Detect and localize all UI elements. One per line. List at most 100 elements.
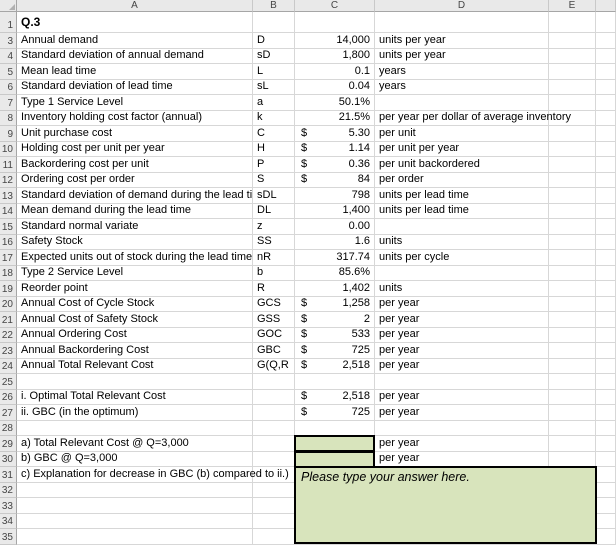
cell-B1[interactable]: [253, 12, 295, 33]
row-header-30[interactable]: 30: [0, 451, 17, 467]
cell-A32[interactable]: [17, 482, 253, 498]
input-cell-c29[interactable]: [294, 435, 375, 452]
cell-A30[interactable]: b) GBC @ Q=3,000: [17, 451, 253, 467]
cell-A8[interactable]: Inventory holding cost factor (annual): [17, 110, 253, 126]
cell-A4[interactable]: Standard deviation of annual demand: [17, 48, 253, 64]
cell-D12[interactable]: per order: [375, 172, 549, 188]
cell-B15[interactable]: z: [253, 219, 295, 235]
cell-E10[interactable]: [549, 141, 596, 157]
cell-F25[interactable]: [596, 374, 616, 390]
cell-B24[interactable]: G(Q,R: [253, 358, 295, 374]
cell-F10[interactable]: [596, 141, 616, 157]
cell-E12[interactable]: [549, 172, 596, 188]
row-header-6[interactable]: 6: [0, 79, 17, 95]
cell-C11[interactable]: $0.36: [295, 157, 375, 173]
cell-A11[interactable]: Backordering cost per unit: [17, 157, 253, 173]
cell-D8[interactable]: per year per dollar of average inventory: [375, 110, 571, 126]
cell-D23[interactable]: per year: [375, 343, 549, 359]
cell-A16[interactable]: Safety Stock: [17, 234, 253, 250]
cell-B11[interactable]: P: [253, 157, 295, 173]
row-header-8[interactable]: 8: [0, 110, 17, 126]
cell-B6[interactable]: sL: [253, 79, 295, 95]
cell-A19[interactable]: Reorder point: [17, 281, 253, 297]
cell-F1[interactable]: [596, 12, 616, 33]
cell-A31[interactable]: c) Explanation for decrease in GBC (b) c…: [17, 467, 289, 483]
cell-A9[interactable]: Unit purchase cost: [17, 126, 253, 142]
cell-B30[interactable]: [253, 451, 295, 467]
cell-E20[interactable]: [549, 296, 596, 312]
cell-F19[interactable]: [596, 281, 616, 297]
column-header-C[interactable]: C: [295, 0, 375, 12]
cell-D20[interactable]: per year: [375, 296, 549, 312]
cell-E4[interactable]: [549, 48, 596, 64]
cell-B10[interactable]: H: [253, 141, 295, 157]
cell-E6[interactable]: [549, 79, 596, 95]
cell-A13[interactable]: Standard deviation of demand during the …: [17, 188, 253, 204]
cell-B20[interactable]: GCS: [253, 296, 295, 312]
cell-B31[interactable]: [253, 467, 295, 483]
cell-D22[interactable]: per year: [375, 327, 549, 343]
cell-B18[interactable]: b: [253, 265, 295, 281]
cell-A35[interactable]: [17, 529, 253, 545]
row-header-9[interactable]: 9: [0, 126, 17, 142]
column-header-A[interactable]: A: [17, 0, 253, 12]
cell-E8[interactable]: [549, 110, 596, 126]
cell-C25[interactable]: [295, 374, 375, 390]
cell-E11[interactable]: [549, 157, 596, 173]
cell-E24[interactable]: [549, 358, 596, 374]
cell-E3[interactable]: [549, 33, 596, 49]
cell-C7[interactable]: 50.1%: [295, 95, 375, 111]
cell-D25[interactable]: [375, 374, 549, 390]
cell-F14[interactable]: [596, 203, 616, 219]
row-header-11[interactable]: 11: [0, 157, 17, 173]
cell-D5[interactable]: years: [375, 64, 549, 80]
row-header-21[interactable]: 21: [0, 312, 17, 328]
cell-B34[interactable]: [253, 513, 295, 529]
cell-D3[interactable]: units per year: [375, 33, 549, 49]
cell-E28[interactable]: [549, 420, 596, 436]
cell-A7[interactable]: Type 1 Service Level: [17, 95, 253, 111]
cell-A18[interactable]: Type 2 Service Level: [17, 265, 253, 281]
row-header-20[interactable]: 20: [0, 296, 17, 312]
cell-E23[interactable]: [549, 343, 596, 359]
cell-C3[interactable]: 14,000: [295, 33, 375, 49]
row-header-14[interactable]: 14: [0, 203, 17, 219]
column-header-B[interactable]: B: [253, 0, 295, 12]
select-all-button[interactable]: [0, 0, 17, 12]
cell-B26[interactable]: [253, 389, 295, 405]
cell-A24[interactable]: Annual Total Relevant Cost: [17, 358, 253, 374]
cell-D13[interactable]: units per lead time: [375, 188, 549, 204]
cell-F18[interactable]: [596, 265, 616, 281]
cell-B13[interactable]: sDL: [253, 188, 295, 204]
cell-F31[interactable]: [596, 467, 616, 483]
cell-F20[interactable]: [596, 296, 616, 312]
cell-F26[interactable]: [596, 389, 616, 405]
cell-F29[interactable]: [596, 436, 616, 452]
cell-A26[interactable]: i. Optimal Total Relevant Cost: [17, 389, 253, 405]
cell-C15[interactable]: 0.00: [295, 219, 375, 235]
row-header-17[interactable]: 17: [0, 250, 17, 266]
cell-C10[interactable]: $1.14: [295, 141, 375, 157]
cell-D4[interactable]: units per year: [375, 48, 549, 64]
cell-D14[interactable]: units per lead time: [375, 203, 549, 219]
row-header-13[interactable]: 13: [0, 188, 17, 204]
cell-D11[interactable]: per unit backordered: [375, 157, 549, 173]
cell-B19[interactable]: R: [253, 281, 295, 297]
cell-D16[interactable]: units: [375, 234, 549, 250]
cell-D26[interactable]: per year: [375, 389, 549, 405]
cell-E15[interactable]: [549, 219, 596, 235]
cell-B33[interactable]: [253, 498, 295, 514]
cell-D17[interactable]: units per cycle: [375, 250, 549, 266]
row-header-7[interactable]: 7: [0, 95, 17, 111]
cell-D6[interactable]: years: [375, 79, 549, 95]
column-header-E[interactable]: E: [549, 0, 596, 12]
cell-E9[interactable]: [549, 126, 596, 142]
cell-E17[interactable]: [549, 250, 596, 266]
cell-D29[interactable]: per year: [375, 436, 549, 452]
cell-C14[interactable]: 1,400: [295, 203, 375, 219]
row-header-1[interactable]: 1: [0, 12, 17, 33]
cell-D30[interactable]: per year: [375, 451, 549, 467]
cell-F11[interactable]: [596, 157, 616, 173]
row-header-27[interactable]: 27: [0, 405, 17, 421]
cell-C28[interactable]: [295, 420, 375, 436]
